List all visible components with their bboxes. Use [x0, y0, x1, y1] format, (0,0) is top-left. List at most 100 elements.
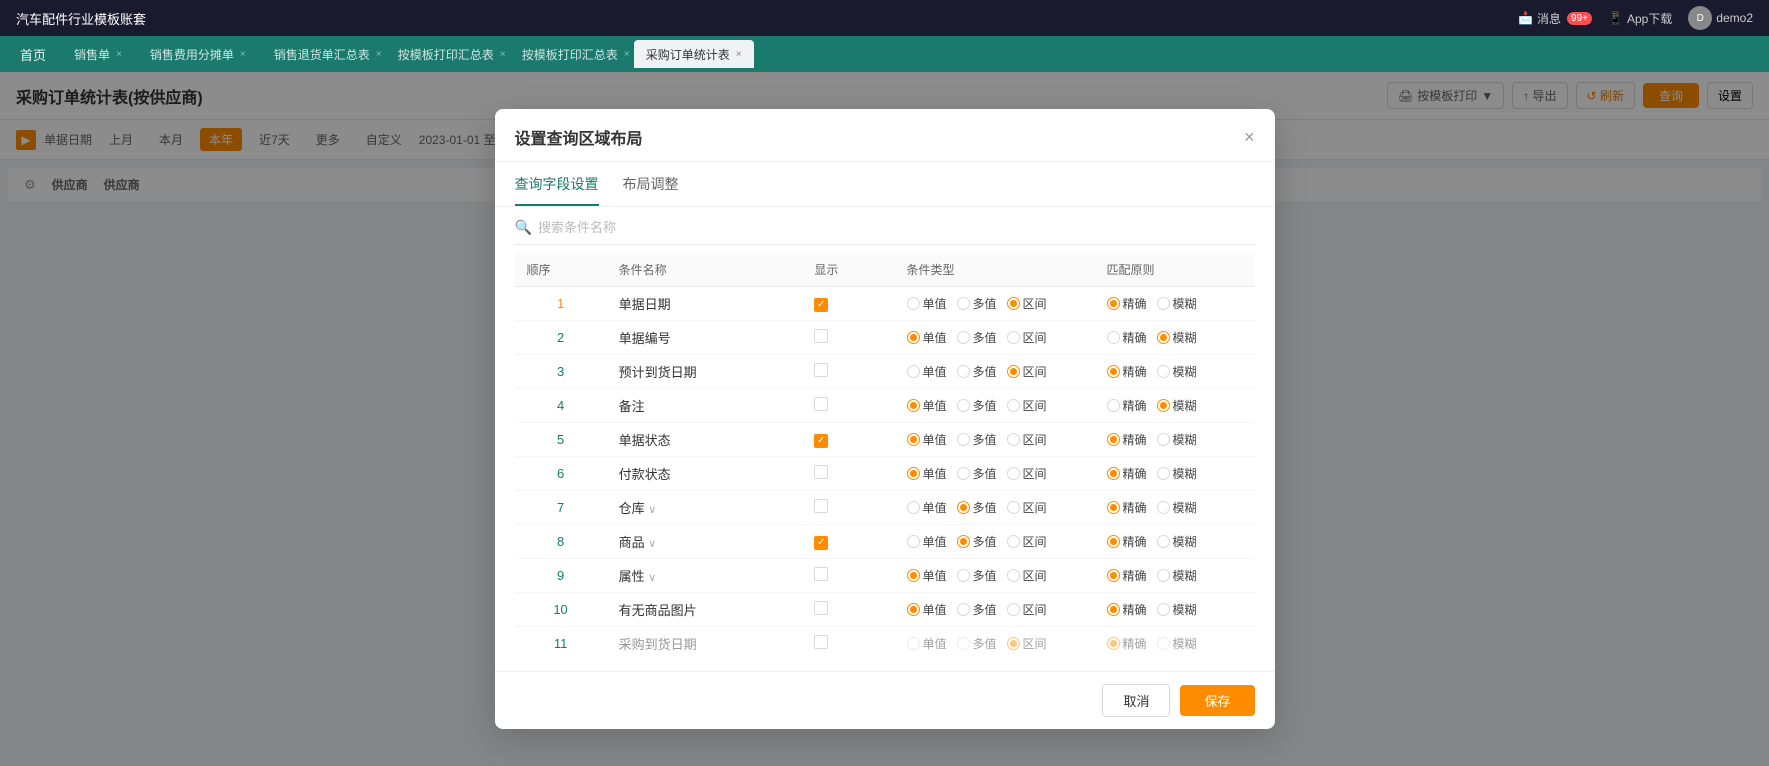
tab-template-print2[interactable]: 按模板打印汇总表 × — [510, 40, 630, 68]
radio-match-match_fuzzy[interactable]: 模糊 — [1157, 567, 1197, 584]
radio-type-type_range[interactable]: 区间 — [1007, 329, 1047, 346]
row-display-checkbox[interactable] — [802, 593, 894, 627]
row-display-checkbox[interactable] — [802, 525, 894, 559]
checkbox-icon[interactable] — [814, 329, 828, 343]
radio-match-match_exact[interactable]: 精确 — [1107, 533, 1147, 550]
tab-purchase-stats[interactable]: 采购订单统计表 × — [634, 40, 754, 68]
radio-type-type_range[interactable]: 区间 — [1007, 397, 1047, 414]
checkbox-icon[interactable] — [814, 465, 828, 479]
checkbox-icon[interactable] — [814, 567, 828, 581]
close-tab-sales-return[interactable]: × — [376, 49, 382, 60]
close-tab-sales-expense[interactable]: × — [240, 49, 246, 60]
radio-match-match_exact[interactable]: 精确 — [1107, 329, 1147, 346]
radio-type-type_range[interactable]: 区间 — [1007, 363, 1047, 380]
radio-match-match_fuzzy[interactable]: 模糊 — [1157, 363, 1197, 380]
radio-type-type_single[interactable]: 单值 — [907, 635, 947, 652]
radio-match-match_fuzzy[interactable]: 模糊 — [1157, 295, 1197, 312]
close-tab-template1[interactable]: × — [500, 49, 506, 60]
radio-type-type_single[interactable]: 单值 — [907, 499, 947, 516]
radio-type-type_range[interactable]: 区间 — [1007, 295, 1047, 312]
radio-type-type_range[interactable]: 区间 — [1007, 533, 1047, 550]
radio-match-match_exact[interactable]: 精确 — [1107, 363, 1147, 380]
radio-type-type_range[interactable]: 区间 — [1007, 499, 1047, 516]
radio-type-type_multi[interactable]: 多值 — [957, 499, 997, 516]
radio-type-type_single[interactable]: 单值 — [907, 567, 947, 584]
radio-match-match_exact[interactable]: 精确 — [1107, 601, 1147, 618]
radio-match-match_fuzzy[interactable]: 模糊 — [1157, 329, 1197, 346]
close-tab-sales[interactable]: × — [116, 49, 122, 60]
checkbox-icon[interactable] — [814, 363, 828, 377]
checkbox-icon[interactable] — [814, 601, 828, 615]
row-display-checkbox[interactable] — [802, 559, 894, 593]
radio-type-type_multi[interactable]: 多值 — [957, 397, 997, 414]
radio-type-type_multi[interactable]: 多值 — [957, 533, 997, 550]
radio-match-match_exact[interactable]: 精确 — [1107, 499, 1147, 516]
tab-home[interactable]: 首页 — [8, 40, 58, 68]
cancel-button[interactable]: 取消 — [1102, 684, 1170, 717]
close-tab-template2[interactable]: × — [624, 49, 630, 60]
radio-match-match_fuzzy[interactable]: 模糊 — [1157, 431, 1197, 448]
radio-type-type_single[interactable]: 单值 — [907, 533, 947, 550]
radio-type-type_range[interactable]: 区间 — [1007, 431, 1047, 448]
radio-match-match_fuzzy[interactable]: 模糊 — [1157, 499, 1197, 516]
radio-type-type_multi[interactable]: 多值 — [957, 601, 997, 618]
radio-match-match_fuzzy[interactable]: 模糊 — [1157, 601, 1197, 618]
tab-sales[interactable]: 销售单 × — [62, 40, 134, 68]
tab-sales-return[interactable]: 销售退货单汇总表 × — [262, 40, 382, 68]
modal-tab-layout[interactable]: 布局调整 — [623, 174, 679, 206]
row-display-checkbox[interactable] — [802, 491, 894, 525]
radio-type-type_multi[interactable]: 多值 — [957, 329, 997, 346]
radio-type-type_range[interactable]: 区间 — [1007, 601, 1047, 618]
tab-sales-expense[interactable]: 销售费用分摊单 × — [138, 40, 258, 68]
notification-item[interactable]: 📩 消息 99+ — [1518, 10, 1592, 27]
row-display-checkbox[interactable] — [802, 355, 894, 389]
radio-type-type_multi[interactable]: 多值 — [957, 363, 997, 380]
row-display-checkbox[interactable] — [802, 389, 894, 423]
radio-type-type_multi[interactable]: 多值 — [957, 465, 997, 482]
row-display-checkbox[interactable] — [802, 423, 894, 457]
checkbox-icon[interactable] — [814, 397, 828, 411]
radio-type-type_single[interactable]: 单值 — [907, 295, 947, 312]
radio-match-match_exact[interactable]: 精确 — [1107, 465, 1147, 482]
conditions-table[interactable]: 顺序 条件名称 显示 条件类型 匹配原则 1单据日期单值多值区间精确模糊2单据编… — [515, 253, 1255, 659]
radio-match-match_exact[interactable]: 精确 — [1107, 295, 1147, 312]
radio-type-type_single[interactable]: 单值 — [907, 465, 947, 482]
row-display-checkbox[interactable] — [802, 287, 894, 321]
checkbox-icon[interactable] — [814, 298, 828, 312]
radio-match-match_fuzzy[interactable]: 模糊 — [1157, 465, 1197, 482]
radio-type-type_multi[interactable]: 多值 — [957, 567, 997, 584]
row-display-checkbox[interactable] — [802, 321, 894, 355]
radio-match-match_exact[interactable]: 精确 — [1107, 635, 1147, 652]
radio-type-type_range[interactable]: 区间 — [1007, 465, 1047, 482]
modal-tab-fields[interactable]: 查询字段设置 — [515, 174, 599, 206]
checkbox-icon[interactable] — [814, 635, 828, 649]
radio-type-type_range[interactable]: 区间 — [1007, 635, 1047, 652]
modal-close-button[interactable]: × — [1244, 128, 1255, 146]
radio-match-match_fuzzy[interactable]: 模糊 — [1157, 635, 1197, 652]
download-item[interactable]: 📱 App下载 — [1608, 10, 1672, 27]
user-item[interactable]: D demo2 — [1688, 6, 1753, 30]
search-input[interactable] — [538, 220, 738, 235]
radio-type-type_single[interactable]: 单值 — [907, 601, 947, 618]
checkbox-icon[interactable] — [814, 536, 828, 550]
row-display-checkbox[interactable] — [802, 457, 894, 491]
radio-type-type_range[interactable]: 区间 — [1007, 567, 1047, 584]
row-display-checkbox[interactable] — [802, 627, 894, 660]
radio-type-type_multi[interactable]: 多值 — [957, 431, 997, 448]
save-button[interactable]: 保存 — [1180, 685, 1254, 716]
tab-template-print1[interactable]: 按模板打印汇总表 × — [386, 40, 506, 68]
radio-type-type_single[interactable]: 单值 — [907, 431, 947, 448]
checkbox-icon[interactable] — [814, 499, 828, 513]
radio-match-match_exact[interactable]: 精确 — [1107, 397, 1147, 414]
close-tab-purchase[interactable]: × — [736, 49, 742, 60]
radio-type-type_multi[interactable]: 多值 — [957, 295, 997, 312]
radio-type-type_single[interactable]: 单值 — [907, 363, 947, 380]
radio-type-type_single[interactable]: 单值 — [907, 329, 947, 346]
radio-match-match_fuzzy[interactable]: 模糊 — [1157, 397, 1197, 414]
radio-match-match_exact[interactable]: 精确 — [1107, 431, 1147, 448]
radio-type-type_single[interactable]: 单值 — [907, 397, 947, 414]
checkbox-icon[interactable] — [814, 434, 828, 448]
radio-type-type_multi[interactable]: 多值 — [957, 635, 997, 652]
radio-match-match_fuzzy[interactable]: 模糊 — [1157, 533, 1197, 550]
radio-match-match_exact[interactable]: 精确 — [1107, 567, 1147, 584]
